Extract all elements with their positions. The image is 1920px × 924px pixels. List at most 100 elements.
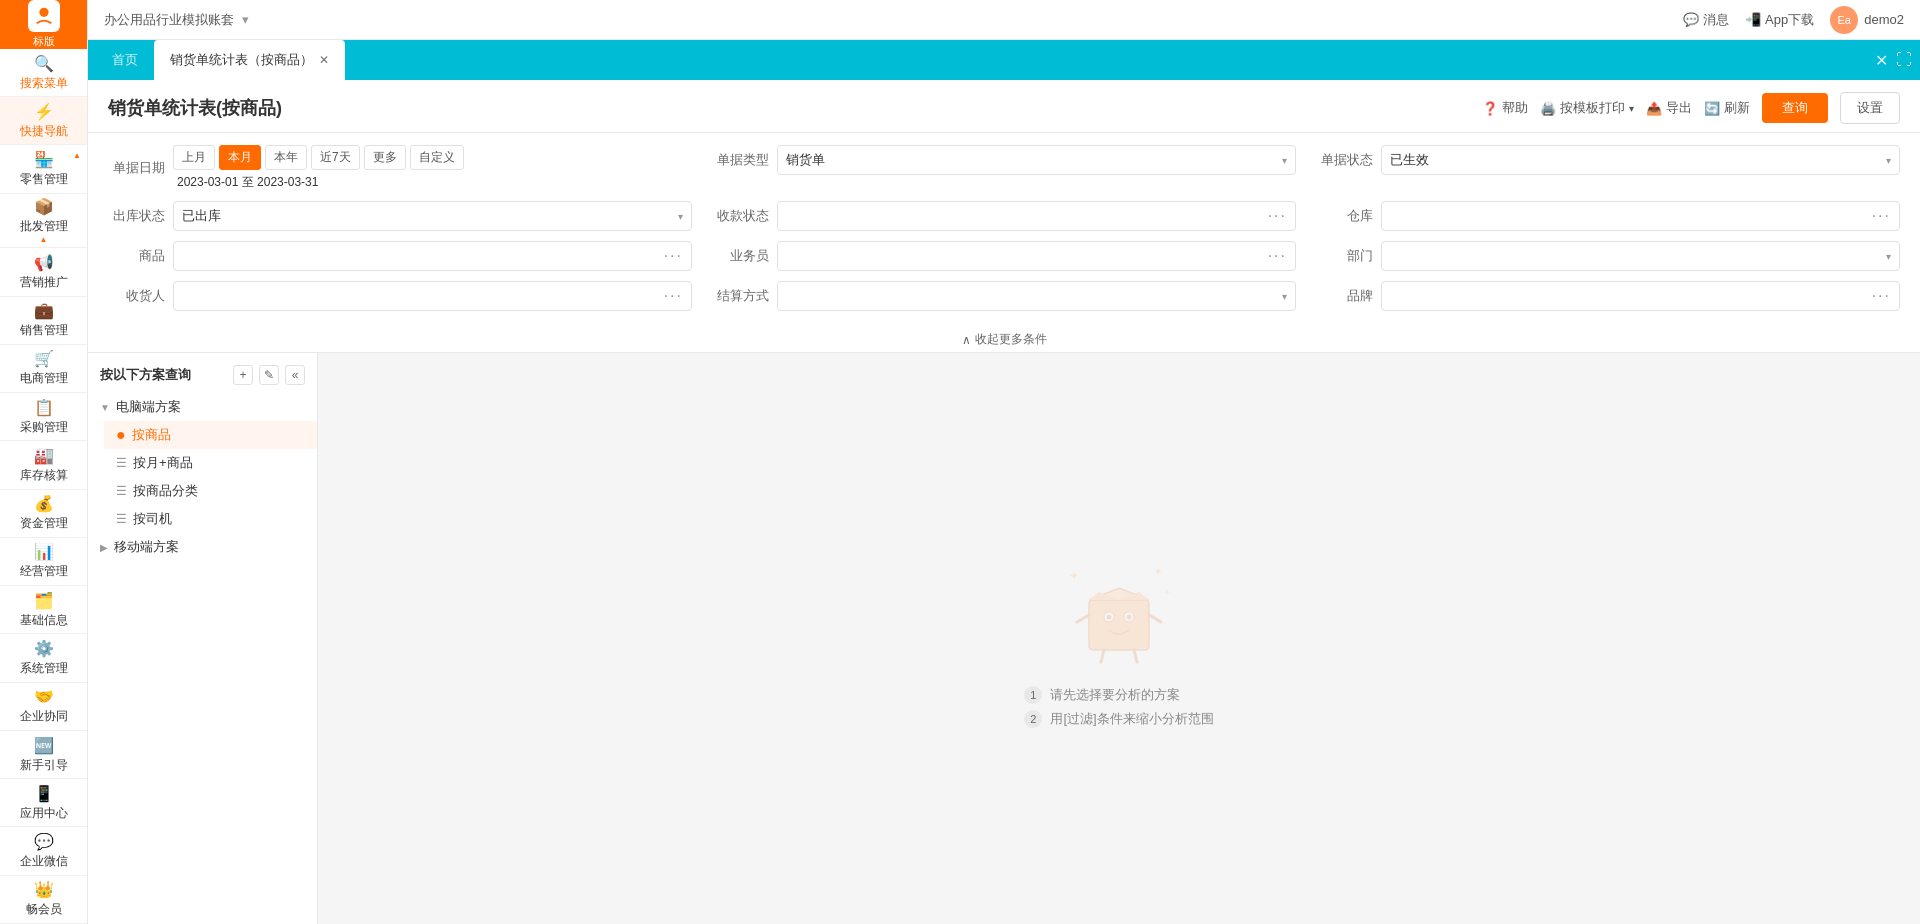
svg-text:✦: ✦ xyxy=(1069,569,1079,583)
doctype-select[interactable]: 销货单 ▾ xyxy=(777,145,1296,175)
operations-icon: 📊 xyxy=(34,542,54,561)
help-btn[interactable]: ❓ 帮助 xyxy=(1482,99,1528,117)
brand-select[interactable]: ··· xyxy=(1381,281,1900,311)
date-btn-7days[interactable]: 近7天 xyxy=(311,145,360,170)
app-download-icon: 📲 xyxy=(1745,12,1761,27)
tree-item-by-driver[interactable]: ☰ 按司机 xyxy=(104,505,317,533)
date-btn-more[interactable]: 更多 xyxy=(364,145,406,170)
add-scheme-btn[interactable]: + xyxy=(233,365,253,385)
tab-sales-stat[interactable]: 销货单统计表（按商品） ✕ xyxy=(154,40,345,80)
basic-icon: 🗂️ xyxy=(34,591,54,610)
by-month-goods-label: 按月+商品 xyxy=(133,454,193,472)
sidebar-item-ecommerce[interactable]: 🛒 电商管理 xyxy=(0,345,87,393)
warehouse-select[interactable]: ··· xyxy=(1381,201,1900,231)
salesperson-label: 业务员 xyxy=(712,247,777,265)
docstatus-select[interactable]: 已生效 ▾ xyxy=(1381,145,1900,175)
filter-row-3: 商品 ··· 业务员 ··· xyxy=(108,241,1900,271)
sidebar-retail-label: 零售管理 xyxy=(20,171,68,188)
svg-point-4 xyxy=(1107,614,1112,619)
sidebar-basic-label: 基础信息 xyxy=(20,612,68,629)
template-print-btn[interactable]: 🖨️ 按模板打印 ▾ xyxy=(1540,99,1634,117)
sidebar-procurement-label: 采购管理 xyxy=(20,419,68,436)
workspace-dropdown-icon[interactable]: ▾ xyxy=(242,12,249,27)
collapse-btn[interactable]: ∧ 收起更多条件 xyxy=(88,323,1920,353)
sidebar-item-procurement[interactable]: 📋 采购管理 xyxy=(0,393,87,441)
payment-method-select[interactable]: ▾ xyxy=(777,281,1296,311)
sidebar-item-finance[interactable]: 💰 资金管理 xyxy=(0,490,87,538)
collapse-panel-btn[interactable]: « xyxy=(285,365,305,385)
sidebar-item-member[interactable]: 👑 畅会员 xyxy=(0,876,87,924)
paymentstatus-select[interactable]: ··· xyxy=(777,201,1296,231)
help-icon: ❓ xyxy=(1482,101,1498,116)
by-goods-icon: ● xyxy=(116,426,126,444)
topbar: 办公用品行业模拟账套 ▾ 💬 消息 📲 App下载 Ea demo2 xyxy=(88,0,1920,40)
sidebar-item-system[interactable]: ⚙️ 系统管理 xyxy=(0,634,87,682)
salesperson-select[interactable]: ··· xyxy=(777,241,1296,271)
tab-close-all-icon[interactable]: ✕ xyxy=(1875,51,1888,70)
query-button[interactable]: 查询 xyxy=(1762,93,1828,123)
tree-mobile-group[interactable]: ▶ 移动端方案 xyxy=(88,533,317,561)
sidebar-enterprise-label: 企业协同 xyxy=(20,708,68,725)
filter-cell-paymentstatus: 收款状态 ··· xyxy=(712,201,1296,231)
sidebar-item-wechat[interactable]: 💬 企业微信 xyxy=(0,827,87,875)
sidebar-item-basic[interactable]: 🗂️ 基础信息 xyxy=(0,586,87,634)
outstatus-label: 出库状态 xyxy=(108,207,173,225)
app-download-btn[interactable]: 📲 App下载 xyxy=(1745,11,1814,29)
date-btn-this-month[interactable]: 本月 xyxy=(219,145,261,170)
search-icon: 🔍 xyxy=(34,54,54,73)
tab-home[interactable]: 首页 xyxy=(96,40,154,80)
sidebar-item-appcenter[interactable]: 📱 应用中心 xyxy=(0,779,87,827)
enterprise-icon: 🤝 xyxy=(34,687,54,706)
goods-select[interactable]: ··· xyxy=(173,241,692,271)
left-panel-title: 按以下方案查询 xyxy=(100,366,191,384)
refresh-btn[interactable]: 🔄 刷新 xyxy=(1704,99,1750,117)
refresh-label: 刷新 xyxy=(1724,99,1750,117)
sidebar-item-guide[interactable]: 🆕 新手引导 xyxy=(0,731,87,779)
message-label: 消息 xyxy=(1703,11,1729,29)
sidebar-item-wholesale[interactable]: 📦 批发管理 ▲ xyxy=(0,194,87,249)
settings-button[interactable]: 设置 xyxy=(1840,92,1900,124)
tree-item-by-month-goods[interactable]: ☰ 按月+商品 xyxy=(104,449,317,477)
outstatus-select[interactable]: 已出库 ▾ xyxy=(173,201,692,231)
collapse-panel-icon: « xyxy=(292,368,299,382)
sidebar-item-search[interactable]: 🔍 搜索菜单 xyxy=(0,49,87,97)
receiver-dots: ··· xyxy=(664,287,683,305)
sidebar-item-operations[interactable]: 📊 经营管理 xyxy=(0,538,87,586)
user-profile[interactable]: Ea demo2 xyxy=(1830,6,1904,34)
docstatus-value: 已生效 xyxy=(1390,151,1429,169)
outstatus-arrow-icon: ▾ xyxy=(678,211,683,222)
sidebar-quicknav-label: 快捷导航 xyxy=(20,123,68,140)
sidebar-item-quicknav[interactable]: ⚡ 快捷导航 xyxy=(0,97,87,145)
department-select[interactable]: ▾ xyxy=(1381,241,1900,271)
edit-scheme-btn[interactable]: ✎ xyxy=(259,365,279,385)
export-btn[interactable]: 📤 导出 xyxy=(1646,99,1692,117)
tree-desktop-label: 电脑端方案 xyxy=(116,398,181,416)
tab-close-icon[interactable]: ✕ xyxy=(319,53,329,67)
message-btn[interactable]: 💬 消息 xyxy=(1683,11,1729,29)
sidebar-item-marketing[interactable]: 📢 营销推广 xyxy=(0,248,87,296)
inventory-icon: 🏭 xyxy=(34,446,54,465)
sidebar-item-enterprise[interactable]: 🤝 企业协同 xyxy=(0,683,87,731)
receiver-select[interactable]: ··· xyxy=(173,281,692,311)
workspace-label[interactable]: 办公用品行业模拟账套 xyxy=(104,11,234,29)
date-btn-custom[interactable]: 自定义 xyxy=(410,145,464,170)
sidebar-item-inventory[interactable]: 🏭 库存核算 xyxy=(0,441,87,489)
sidebar-wechat-label: 企业微信 xyxy=(20,853,68,870)
tab-maximize-icon[interactable]: ⛶ xyxy=(1896,51,1912,69)
filter-cell-salesperson: 业务员 ··· xyxy=(712,241,1296,271)
member-icon: 👑 xyxy=(34,880,54,899)
by-goods-category-icon: ☰ xyxy=(116,484,127,498)
guide-icon: 🆕 xyxy=(34,736,54,755)
refresh-icon: 🔄 xyxy=(1704,101,1720,116)
app-logo[interactable]: 标版 xyxy=(0,0,87,49)
tree-item-by-goods[interactable]: ● 按商品 xyxy=(104,421,317,449)
sidebar-item-retail[interactable]: 🏪 零售管理 xyxy=(0,145,87,193)
date-btn-this-year[interactable]: 本年 xyxy=(265,145,307,170)
hint-num-2: 2 xyxy=(1024,710,1042,728)
date-btn-last-month[interactable]: 上月 xyxy=(173,145,215,170)
wholesale-icon: 📦 xyxy=(34,197,54,216)
tree-item-by-goods-category[interactable]: ☰ 按商品分类 xyxy=(104,477,317,505)
tree-desktop-group[interactable]: ▼ 电脑端方案 xyxy=(88,393,317,421)
help-label: 帮助 xyxy=(1502,99,1528,117)
sidebar-item-sales[interactable]: 💼 销售管理 xyxy=(0,297,87,345)
